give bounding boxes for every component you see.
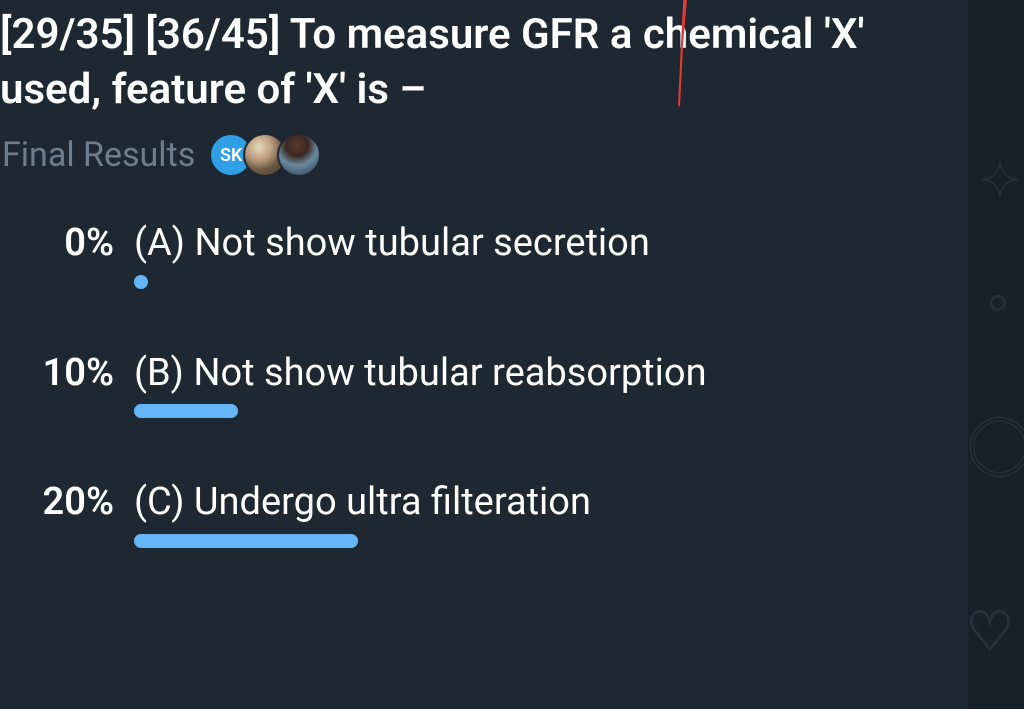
voter-avatars[interactable]: SK (209, 133, 321, 177)
option-c-text: (C) Undergo ultra filteration (134, 480, 968, 526)
option-c-percent: 20% (0, 480, 134, 524)
question-fragment-1: [29/35] [36/45] To measure G (0, 10, 550, 59)
option-c-bar (134, 534, 358, 548)
option-b-bar-track (134, 404, 884, 418)
option-b-body: (B) Not show tubular reabsorption (134, 351, 968, 419)
final-results-label: Final Results (2, 135, 195, 175)
poll-option-b[interactable]: 10% (B) Not show tubular reabsorption (0, 351, 968, 419)
poll-options: 0% (A) Not show tubular secretion 10% (B… (0, 221, 968, 548)
doodle-star-icon: ✦ (980, 152, 1020, 209)
poll-option-a[interactable]: 0% (A) Not show tubular secretion (0, 221, 968, 289)
option-c-bar-track (134, 534, 884, 548)
avatar-user-3[interactable] (277, 133, 321, 177)
option-b-percent: 10% (0, 351, 134, 395)
final-results-row: Final Results SK (0, 133, 968, 177)
doodle-circle-icon: ○ (987, 282, 1008, 322)
question-text: [29/35] [36/45] To measure GFR a chemica… (0, 8, 968, 117)
option-a-text: (A) Not show tubular secretion (134, 221, 968, 267)
option-b-text: (B) Not show tubular reabsorption (134, 351, 968, 397)
quiz-poll-panel: [29/35] [36/45] To measure GFR a chemica… (0, 0, 968, 709)
doodle-lightbulb-icon: ♡ (966, 600, 1014, 664)
option-b-bar (134, 404, 238, 418)
option-a-bar-track (134, 275, 884, 289)
option-a-bar (134, 275, 148, 289)
option-c-body: (C) Undergo ultra filteration (134, 480, 968, 548)
question-fragment-3: 'X' is – (306, 65, 426, 114)
avatar-sk-initials: SK (220, 145, 242, 166)
poll-option-c[interactable]: 20% (C) Undergo ultra filteration (0, 480, 968, 548)
doodle-hoop-icon: ◯ (967, 408, 1024, 477)
option-a-percent: 0% (0, 221, 134, 265)
option-a-body: (A) Not show tubular secretion (134, 221, 968, 289)
